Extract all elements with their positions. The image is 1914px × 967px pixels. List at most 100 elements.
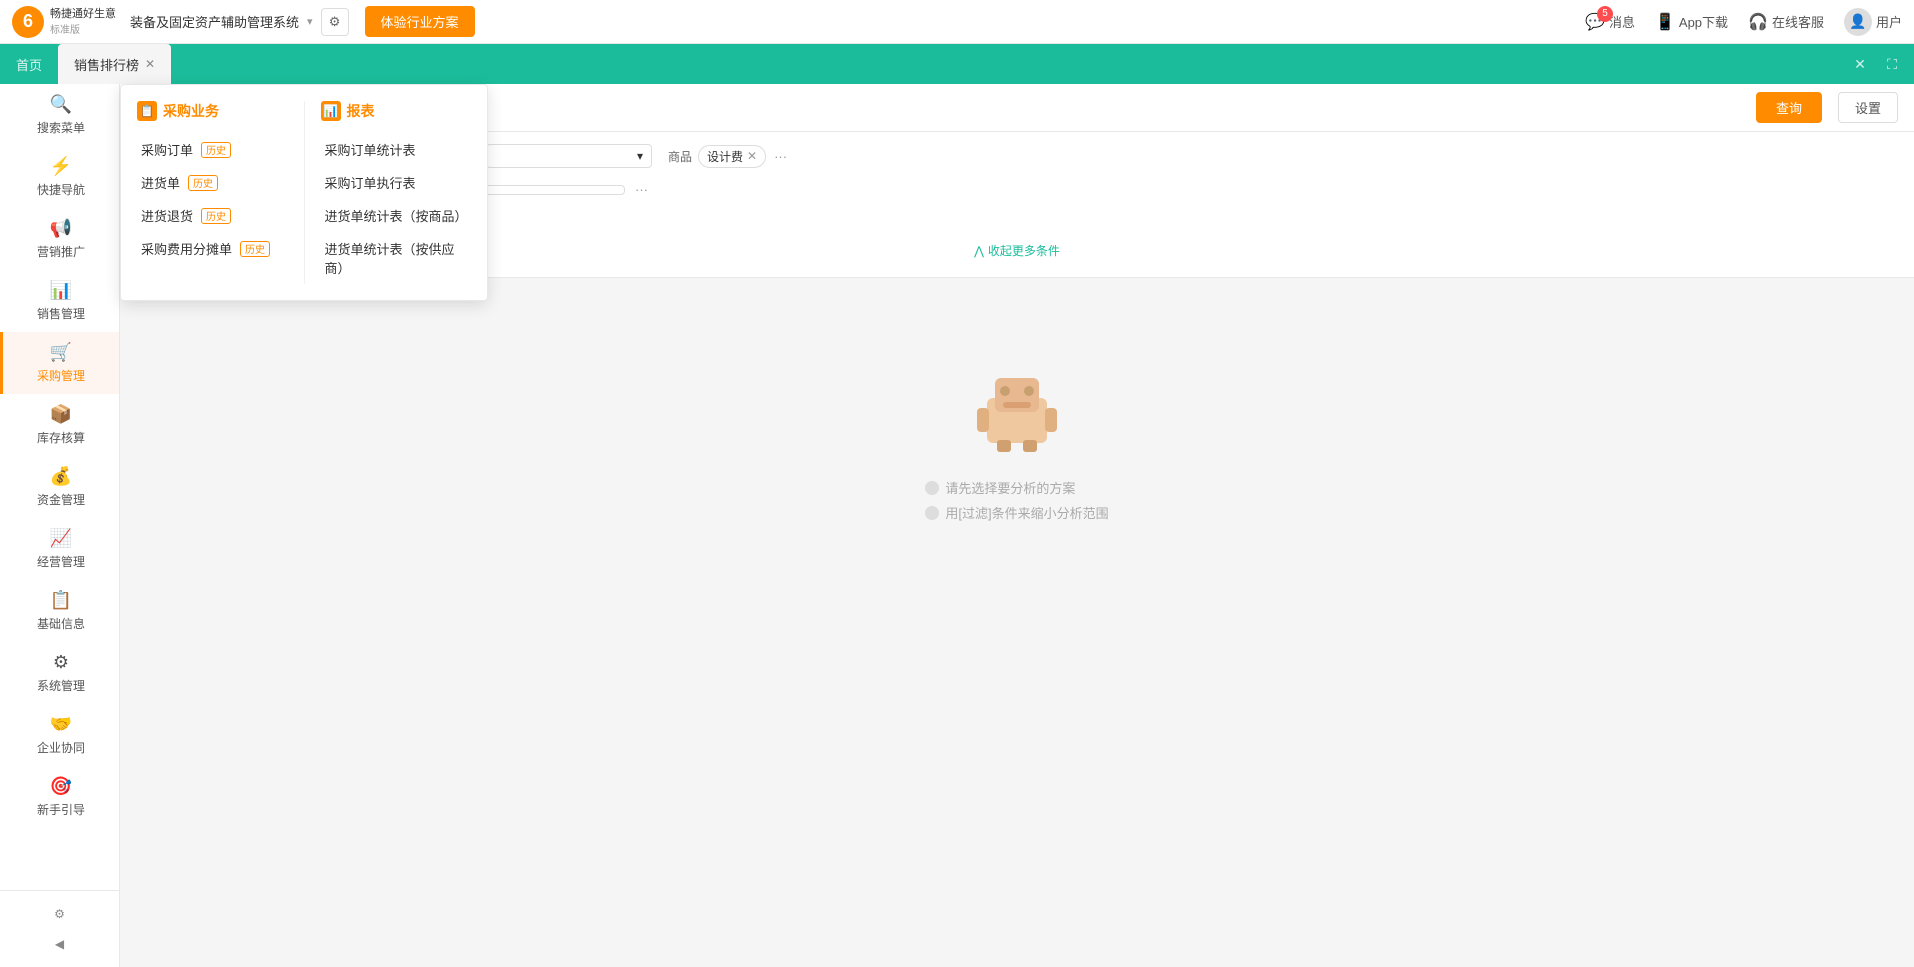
sidebar-bottom-collapse[interactable]: ◀ (0, 929, 119, 959)
dropdown-item-inbound-stats-supplier[interactable]: 进货单统计表（按供应商） (321, 232, 472, 284)
chevron-down-icon[interactable]: ▾ (307, 15, 313, 28)
sidebar: 🔍 搜索菜单 ⚡ 快捷导航 📢 营销推广 📊 销售管理 🛒 采购管理 📦 库存核… (0, 84, 120, 967)
tab-sales-ranking-label: 销售排行榜 (74, 55, 139, 74)
sidebar-bottom-settings[interactable]: ⚙ (0, 899, 119, 929)
salesperson-select[interactable] (474, 185, 625, 195)
notifications-button[interactable]: 💬 5 消息 (1585, 12, 1635, 32)
sidebar-item-guide-label: 新手引导 (37, 801, 85, 818)
topbar: 6 畅捷通好生意 标准版 装备及固定资产辅助管理系统 ▾ ⚙ 体验行业方案 💬 … (0, 0, 1914, 44)
tab-home[interactable]: 首页 (0, 44, 58, 84)
notification-badge: 5 (1597, 6, 1613, 22)
headset-icon: 🎧 (1748, 12, 1768, 32)
sidebar-item-basic-info[interactable]: 📋 基础信息 (0, 580, 119, 642)
filter-goods: 商品 设计费 ✕ ··· (668, 145, 868, 168)
sidebar-item-search-label: 搜索菜单 (37, 119, 85, 136)
expense-history-badge: 历史 (240, 241, 270, 257)
app-sub: 标准版 (50, 21, 116, 36)
sidebar-item-system[interactable]: ⚙ 系统管理 (0, 642, 119, 704)
empty-hint-2-text: 用[过滤]条件来缩小分析范围 (945, 503, 1108, 522)
settings-icon: ⚙ (54, 907, 65, 921)
dropdown-item-inbound[interactable]: 进货单 历史 (137, 166, 288, 199)
empty-hint-1: 请先选择要分析的方案 (925, 478, 1108, 497)
goods-tag-text: 设计费 (707, 148, 743, 165)
doc-status-select[interactable]: ▾ (486, 144, 652, 168)
empty-hint-1-text: 请先选择要分析的方案 (945, 478, 1075, 497)
inbound-stats-goods-label: 进货单统计表（按商品） (325, 206, 468, 225)
sidebar-item-inventory-label: 库存核算 (37, 429, 85, 446)
goods-tag-close-icon[interactable]: ✕ (747, 149, 757, 163)
purchase-section-title: 📋 采购业务 (137, 101, 288, 121)
return-history-badge: 历史 (201, 208, 231, 224)
dropdown-item-order-exec[interactable]: 采购订单执行表 (321, 166, 472, 199)
online-service-button[interactable]: 🎧 在线客服 (1748, 12, 1824, 32)
goods-more-button[interactable]: ··· (770, 149, 791, 164)
sidebar-item-search[interactable]: 🔍 搜索菜单 (0, 84, 119, 146)
order-exec-label: 采购订单执行表 (325, 173, 416, 192)
purchase-section-icon: 📋 (137, 101, 157, 121)
sidebar-item-inventory[interactable]: 📦 库存核算 (0, 394, 119, 456)
online-service-label: 在线客服 (1772, 12, 1824, 31)
collapse-label: 收起更多条件 (988, 242, 1060, 259)
topbar-right: 💬 5 消息 📱 App下载 🎧 在线客服 👤 用户 (1585, 8, 1902, 36)
sidebar-item-finance-label: 资金管理 (37, 491, 85, 508)
dropdown-item-expense[interactable]: 采购费用分摊单 历史 (137, 232, 288, 265)
sidebar-item-finance[interactable]: 💰 资金管理 (0, 456, 119, 518)
sidebar-item-collaboration[interactable]: 🤝 企业协同 (0, 704, 119, 766)
sidebar-item-marketing[interactable]: 📢 营销推广 (0, 208, 119, 270)
empty-illustration (967, 358, 1067, 458)
tabbar: 首页 销售排行榜 ✕ ✕ ⛶ (0, 44, 1914, 84)
box-icon: 📦 (50, 404, 72, 425)
dropdown-item-order-stats[interactable]: 采购订单统计表 (321, 133, 472, 166)
app-download-button[interactable]: 📱 App下载 (1655, 12, 1728, 32)
goods-tag: 设计费 ✕ (698, 145, 766, 168)
dropdown-item-purchase-order[interactable]: 采购订单 历史 (137, 133, 288, 166)
sidebar-bottom: ⚙ ◀ (0, 890, 119, 967)
expense-label: 采购费用分摊单 (141, 239, 232, 258)
cart-icon: 🛒 (50, 342, 72, 363)
tab-home-label: 首页 (16, 55, 42, 74)
ops-icon: 📈 (50, 528, 72, 549)
app-name: 畅捷通好生意 (50, 7, 116, 21)
settings-button[interactable]: 设置 (1838, 92, 1898, 123)
doc-status-chevron-icon: ▾ (637, 149, 643, 163)
industry-solution-button[interactable]: 体验行业方案 (365, 6, 475, 37)
money-icon: 💰 (50, 466, 72, 487)
tab-close-icon[interactable]: ✕ (145, 57, 155, 71)
sidebar-item-system-label: 系统管理 (37, 677, 85, 694)
phone-icon: 📱 (1655, 12, 1675, 32)
sidebar-item-quicknav[interactable]: ⚡ 快捷导航 (0, 146, 119, 208)
sidebar-item-sales[interactable]: 📊 销售管理 (0, 270, 119, 332)
chart-icon: 📊 (50, 280, 72, 301)
sidebar-item-purchase[interactable]: 🛒 采购管理 (0, 332, 119, 394)
inbound-label: 进货单 (141, 173, 180, 192)
sidebar-item-basic-info-label: 基础信息 (37, 615, 85, 632)
purchase-business-col: 📋 采购业务 采购订单 历史 进货单 历史 进货退货 历史 采购费用分摊单 历史 (137, 101, 288, 284)
settings-gear-button[interactable]: ⚙ (321, 8, 349, 36)
app-download-label: App下载 (1679, 12, 1728, 31)
sidebar-item-marketing-label: 营销推广 (37, 243, 85, 260)
dropdown-item-return[interactable]: 进货退货 历史 (137, 199, 288, 232)
tabbar-actions: ✕ ⛶ (1846, 50, 1914, 78)
purchase-order-label: 采购订单 (141, 140, 193, 159)
tab-sales-ranking[interactable]: 销售排行榜 ✕ (58, 44, 171, 84)
collab-icon: 🤝 (50, 714, 72, 735)
empty-hint-2: 用[过滤]条件来缩小分析范围 (925, 503, 1108, 522)
tab-close-window-button[interactable]: ✕ (1846, 50, 1874, 78)
salesperson-more-button[interactable]: ··· (631, 182, 652, 197)
purchase-dropdown-menu: 📋 采购业务 采购订单 历史 进货单 历史 进货退货 历史 采购费用分摊单 历史… (120, 84, 488, 301)
report-col: 📊 报表 采购订单统计表 采购订单执行表 进货单统计表（按商品） 进货单统计表（… (304, 101, 472, 284)
sidebar-item-operations[interactable]: 📈 经营管理 (0, 518, 119, 580)
sidebar-item-sales-label: 销售管理 (37, 305, 85, 322)
return-label: 进货退货 (141, 206, 193, 225)
avatar: 👤 (1844, 8, 1872, 36)
dot-icon-1 (925, 481, 939, 495)
dropdown-item-inbound-stats-goods[interactable]: 进货单统计表（按商品） (321, 199, 472, 232)
user-profile-button[interactable]: 👤 用户 (1844, 8, 1902, 36)
system-name: 装备及固定资产辅助管理系统 (130, 12, 299, 31)
tab-fullscreen-button[interactable]: ⛶ (1878, 50, 1906, 78)
sidebar-item-purchase-label: 采购管理 (37, 367, 85, 384)
sidebar-item-guide[interactable]: 🎯 新手引导 (0, 766, 119, 828)
report-section-label: 报表 (347, 101, 375, 121)
query-button[interactable]: 查询 (1756, 92, 1822, 123)
purchase-section-label: 采购业务 (163, 101, 219, 121)
